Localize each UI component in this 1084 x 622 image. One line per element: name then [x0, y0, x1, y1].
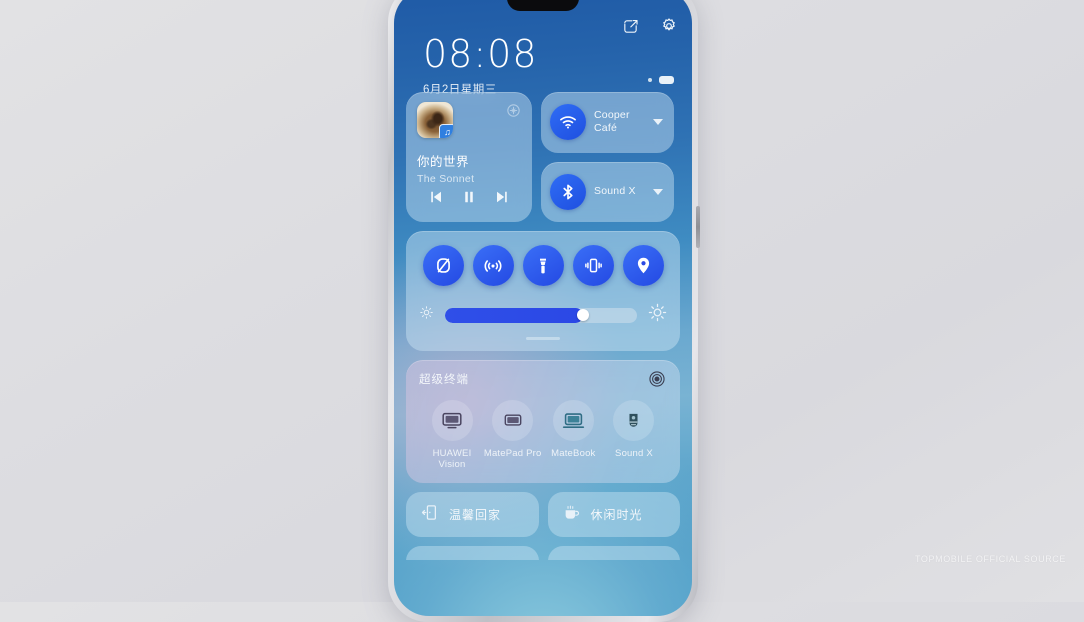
- lock-clock: 08:08 6月2日星期三: [423, 35, 538, 97]
- bluetooth-card[interactable]: Sound X: [541, 161, 674, 222]
- cast-icon[interactable]: [505, 102, 522, 124]
- scene-card-partial[interactable]: [547, 546, 680, 561]
- radar-target-icon[interactable]: [648, 370, 666, 393]
- brightness-slider[interactable]: [445, 307, 637, 323]
- battery-icon: [659, 76, 674, 84]
- next-track-button[interactable]: [494, 188, 512, 211]
- coffee-cup-icon: [562, 503, 581, 527]
- nfc-waves-icon[interactable]: [472, 245, 514, 286]
- tablet-icon: [492, 399, 534, 441]
- power-button[interactable]: [696, 206, 700, 248]
- scene-label: 休闲时光: [590, 508, 643, 523]
- previous-track-button[interactable]: [426, 188, 444, 211]
- scene-card-home[interactable]: 温馨回家: [406, 492, 539, 538]
- wifi-network-name: Cooper Café: [594, 109, 630, 135]
- device-label: MateBook: [551, 447, 596, 459]
- toggle-row: [406, 245, 680, 286]
- device-label: HUAWEI Vision: [432, 447, 472, 471]
- scene-card-leisure[interactable]: 休闲时光: [547, 492, 680, 538]
- scene-card-partial[interactable]: [406, 546, 539, 561]
- location-pin-icon[interactable]: [622, 245, 664, 286]
- brightness-slider-fill: [445, 307, 584, 323]
- pause-button[interactable]: [460, 188, 478, 211]
- bluetooth-device-name: Sound X: [594, 185, 636, 198]
- watermark: TOPMOBILE OFFICIAL SOURCE: [914, 554, 1066, 564]
- mobile-data-off-icon[interactable]: [422, 245, 464, 286]
- phone-device: 08:08 6月2日星期三 ♫ 你的世界 The Sonnet Cooper C…: [388, 0, 700, 622]
- tv-icon: [431, 399, 473, 441]
- camera-notch: [507, 0, 579, 11]
- music-player-card[interactable]: ♫ 你的世界 The Sonnet: [406, 92, 532, 222]
- device-item[interactable]: Sound X: [604, 399, 664, 472]
- quick-toggles-card: [406, 231, 680, 351]
- caret-down-icon[interactable]: [653, 119, 663, 126]
- clock-time: 08:08: [423, 32, 538, 76]
- device-item[interactable]: MatePad Pro: [483, 399, 543, 472]
- music-controls: [406, 188, 532, 211]
- wifi-card[interactable]: Cooper Café: [541, 92, 674, 153]
- status-indicators: [648, 76, 674, 84]
- vibrate-icon[interactable]: [572, 245, 614, 286]
- scene-label: 温馨回家: [449, 508, 502, 523]
- super-device-grid: HUAWEI Vision MatePad Pro MateBook Sound…: [419, 399, 667, 472]
- brightness-row: [406, 303, 680, 327]
- brightness-high-icon: [648, 303, 667, 327]
- control-center: ♫ 你的世界 The Sonnet Cooper Café Sound X 超级…: [406, 92, 680, 561]
- scene-row: 温馨回家 休闲时光: [406, 492, 680, 538]
- wifi-icon[interactable]: [550, 104, 586, 141]
- brightness-low-icon: [419, 305, 434, 325]
- device-label: MatePad Pro: [483, 447, 542, 459]
- flashlight-icon[interactable]: [522, 245, 564, 286]
- album-art: ♫: [417, 102, 453, 138]
- music-note-icon: ♫: [439, 124, 453, 138]
- caret-down-icon[interactable]: [653, 188, 663, 195]
- speaker-icon: [613, 399, 655, 441]
- super-device-card: 超级终端 HUAWEI Vision MatePad Pro MateBook …: [406, 359, 680, 484]
- device-item[interactable]: HUAWEI Vision: [422, 399, 482, 472]
- brightness-slider-knob[interactable]: [577, 309, 590, 321]
- super-device-title: 超级终端: [419, 373, 469, 386]
- door-home-icon: [420, 503, 439, 527]
- device-item[interactable]: MateBook: [543, 399, 603, 472]
- signal-dot-icon: [648, 78, 652, 82]
- connectivity-column: Cooper Café Sound X: [541, 92, 674, 222]
- top-cards-row: ♫ 你的世界 The Sonnet Cooper Café Sound X: [406, 92, 680, 222]
- song-artist: The Sonnet: [417, 173, 475, 185]
- header-icons: [622, 17, 678, 35]
- song-title: 你的世界: [417, 155, 470, 169]
- phone-screen: 08:08 6月2日星期三 ♫ 你的世界 The Sonnet Cooper C…: [394, 0, 692, 616]
- bluetooth-icon[interactable]: [550, 173, 586, 210]
- card-grabber[interactable]: [526, 337, 560, 340]
- scene-row-partial: [406, 546, 680, 561]
- laptop-icon: [552, 399, 594, 441]
- device-label: Sound X: [615, 447, 653, 459]
- edit-pencil-square-icon[interactable]: [622, 18, 639, 35]
- gear-icon[interactable]: [660, 17, 678, 35]
